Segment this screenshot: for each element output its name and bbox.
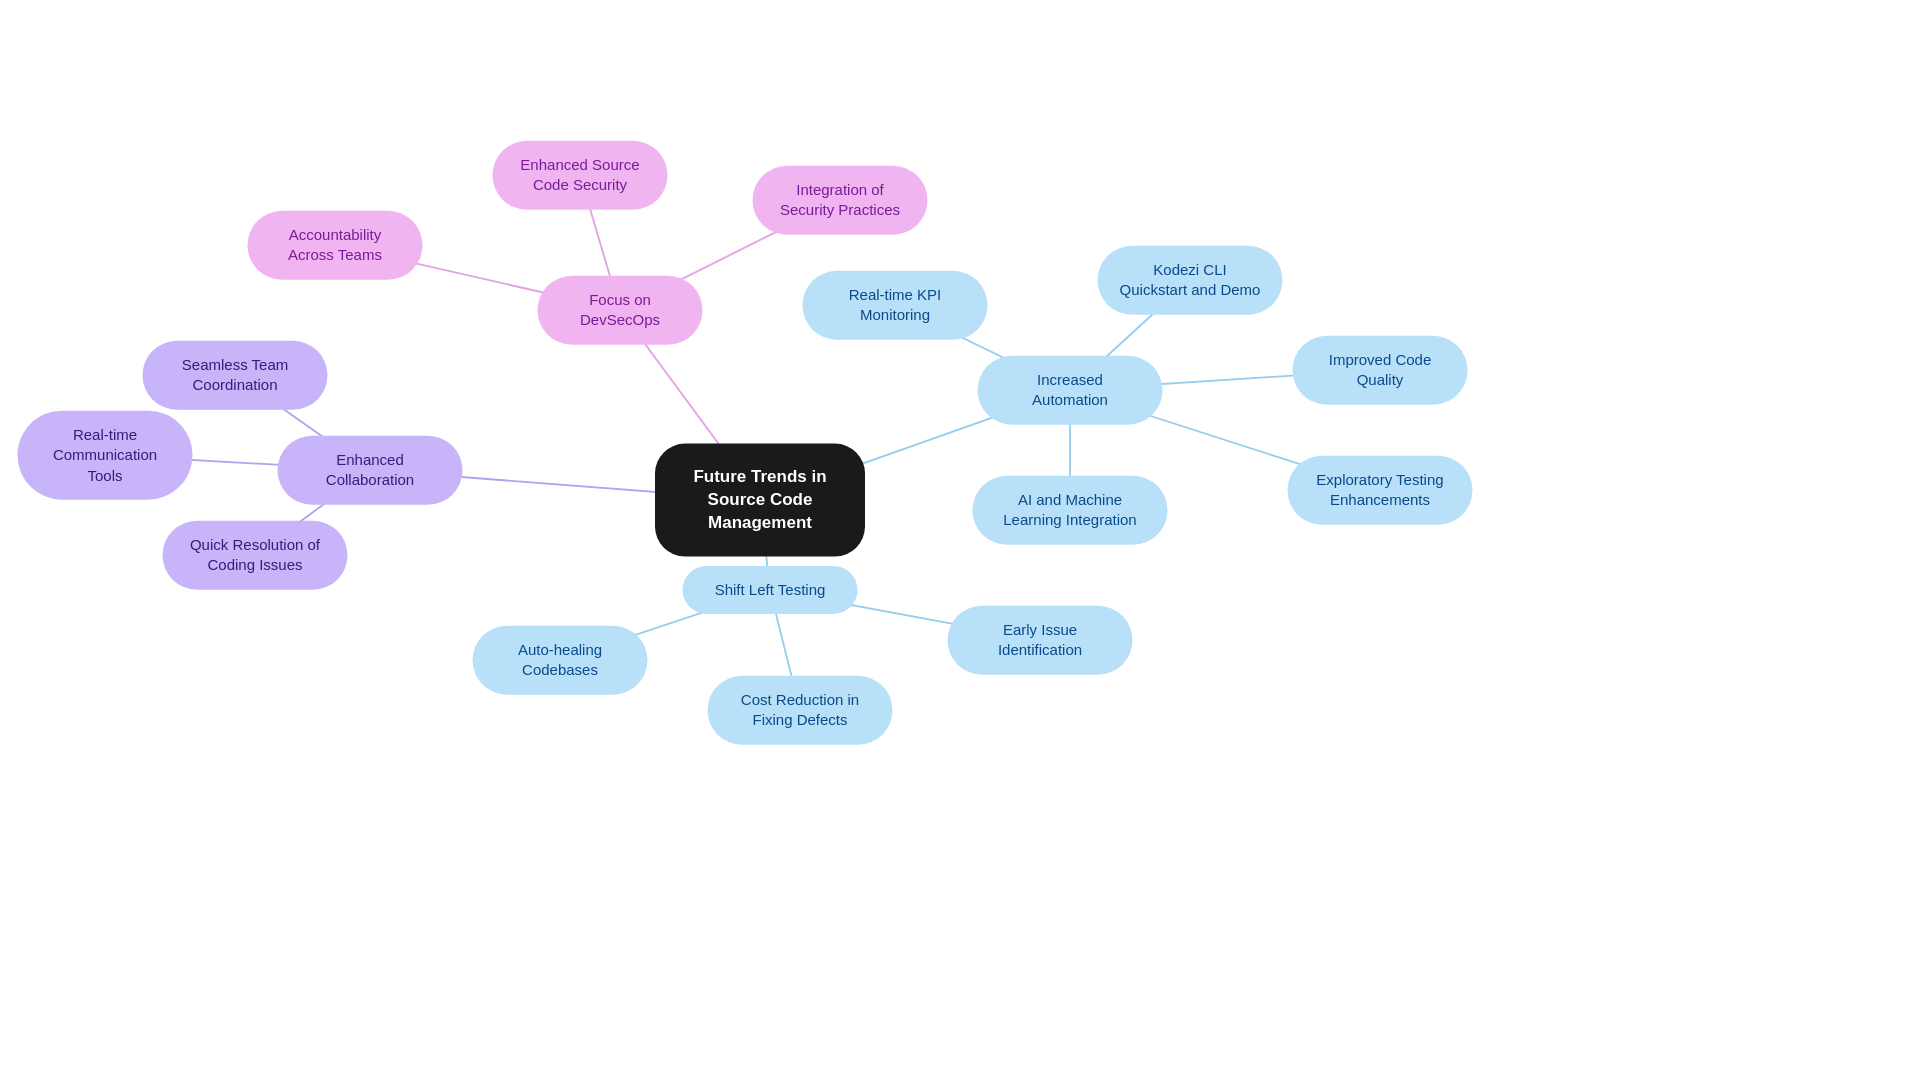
node-enhanced-source-code[interactable]: Enhanced Source Code Security xyxy=(493,141,668,210)
node-improved-code[interactable]: Improved Code Quality xyxy=(1293,336,1468,405)
node-early-issue[interactable]: Early Issue Identification xyxy=(948,606,1133,675)
node-realtime-kpi[interactable]: Real-time KPI Monitoring xyxy=(803,271,988,340)
node-increased-auto[interactable]: Increased Automation xyxy=(978,356,1163,425)
node-cost-reduction[interactable]: Cost Reduction in Fixing Defects xyxy=(708,676,893,745)
node-seamless-team[interactable]: Seamless Team Coordination xyxy=(143,341,328,410)
node-shift-left[interactable]: Shift Left Testing xyxy=(683,566,858,614)
mind-map: Future Trends in Source Code Management F… xyxy=(0,0,1920,1083)
node-integration-security[interactable]: Integration of Security Practices xyxy=(753,166,928,235)
node-quick-resolution[interactable]: Quick Resolution of Coding Issues xyxy=(163,521,348,590)
node-devsecops[interactable]: Focus on DevSecOps xyxy=(538,276,703,345)
node-auto-healing[interactable]: Auto-healing Codebases xyxy=(473,626,648,695)
node-realtime-comm[interactable]: Real-time Communication Tools xyxy=(18,411,193,500)
node-ai-ml[interactable]: AI and Machine Learning Integration xyxy=(973,476,1168,545)
node-enhanced-collab[interactable]: Enhanced Collaboration xyxy=(278,436,463,505)
center-node[interactable]: Future Trends in Source Code Management xyxy=(655,444,865,557)
node-kodezi-cli[interactable]: Kodezi CLI Quickstart and Demo xyxy=(1098,246,1283,315)
node-exploratory[interactable]: Exploratory Testing Enhancements xyxy=(1288,456,1473,525)
node-accountability[interactable]: Accountability Across Teams xyxy=(248,211,423,280)
